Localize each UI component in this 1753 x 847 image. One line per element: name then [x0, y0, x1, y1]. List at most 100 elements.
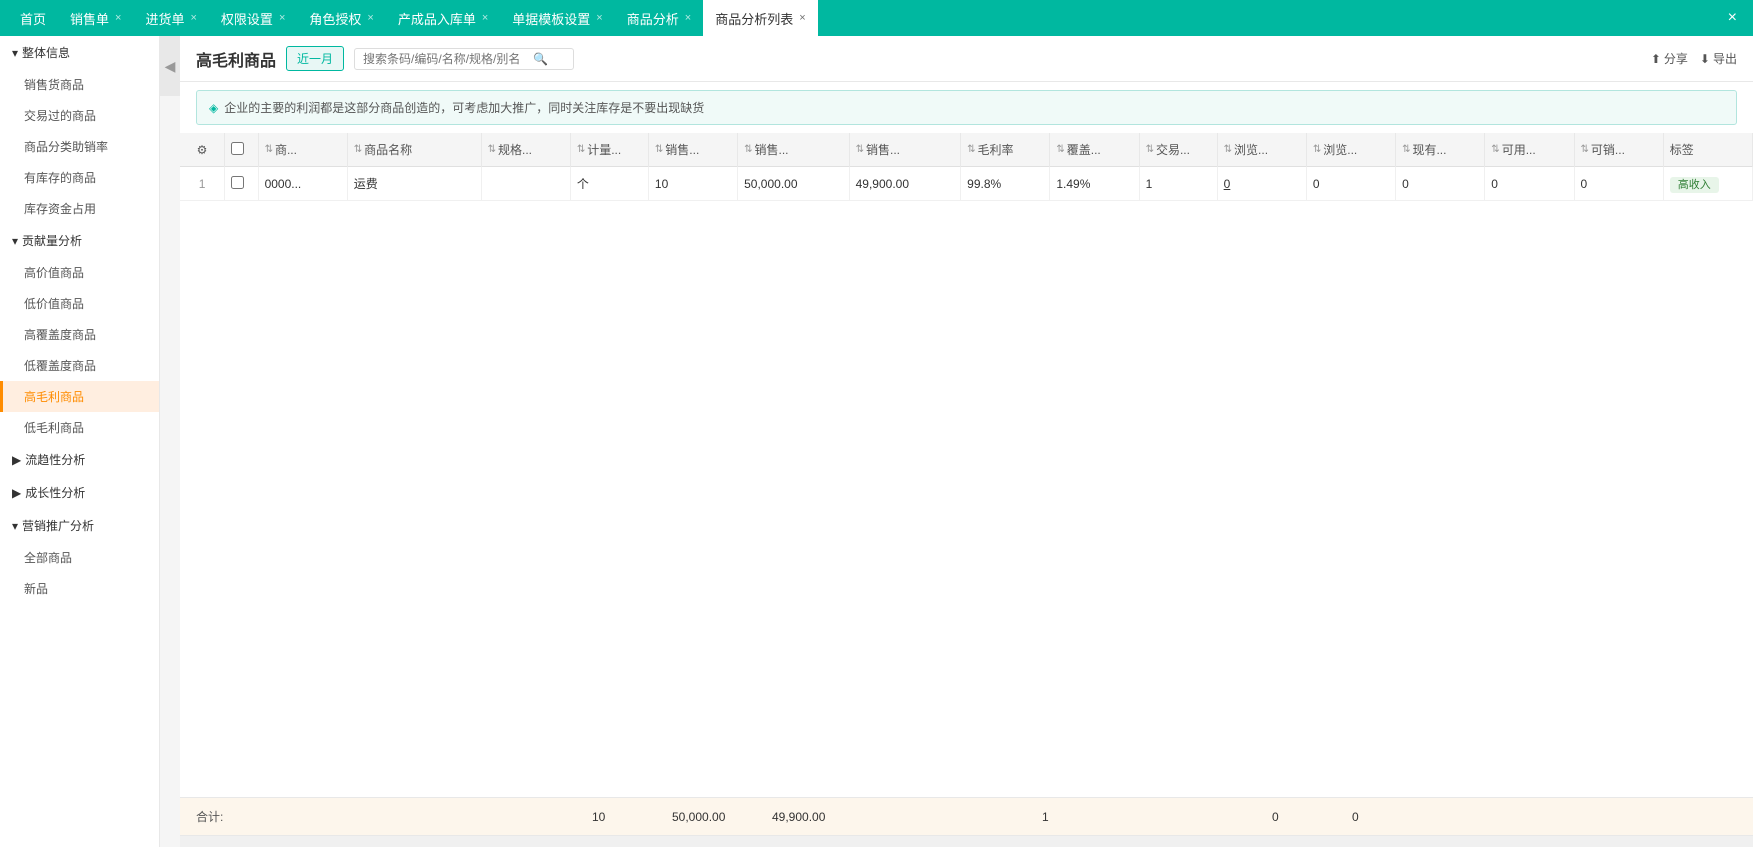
cell-seq: 1 — [180, 167, 225, 201]
col-tag: 标签 — [1663, 133, 1752, 167]
sidebar-item-low-coverage[interactable]: 低覆盖度商品 — [0, 350, 159, 381]
nav-product-inbound[interactable]: 产成品入库单 × — [386, 0, 500, 36]
cell-sales-amount: 50,000.00 — [738, 167, 850, 201]
sort-icon[interactable]: ⇅ — [655, 144, 663, 155]
filter-recent-month-button[interactable]: 近一月 — [286, 46, 344, 71]
close-icon[interactable]: × — [685, 12, 691, 24]
nav-template[interactable]: 单据模板设置 × — [500, 0, 614, 36]
search-icon[interactable]: 🔍 — [533, 52, 548, 66]
sort-icon[interactable]: ⇅ — [577, 144, 585, 155]
notice-icon: ◈ — [209, 101, 218, 115]
select-all-checkbox[interactable] — [231, 142, 244, 155]
content-header: 高毛利商品 近一月 🔍 ⬆ 分享 ⬇ 导出 — [180, 36, 1753, 82]
sidebar-item-high-coverage[interactable]: 高覆盖度商品 — [0, 319, 159, 350]
sort-icon[interactable]: ⇅ — [744, 144, 752, 155]
sidebar-item-high-value[interactable]: 高价值商品 — [0, 257, 159, 288]
sidebar-item-stock-capital[interactable]: 库存资金占用 — [0, 193, 159, 224]
sort-icon[interactable]: ⇅ — [1146, 144, 1154, 155]
sidebar-item-sales-goods[interactable]: 销售货商品 — [0, 69, 159, 100]
sort-icon[interactable]: ⇅ — [967, 144, 975, 155]
page-title: 高毛利商品 — [196, 47, 276, 71]
notice-text: 企业的主要的利润都是这部分商品创造的，可考虑加大推广，同时关注库存是不要出现缺货 — [224, 99, 704, 116]
col-code: ⇅ 商... — [258, 133, 347, 167]
chevron-left-icon: ◀ — [165, 58, 176, 75]
nav-permission[interactable]: 权限设置 × — [209, 0, 297, 36]
sidebar-item-new-goods[interactable]: 新品 — [0, 573, 159, 604]
close-icon[interactable]: × — [799, 12, 805, 24]
sort-icon[interactable]: ⇅ — [1402, 144, 1410, 155]
nav-product-analysis[interactable]: 商品分析 × — [615, 0, 703, 36]
share-button[interactable]: ⬆ 分享 — [1651, 50, 1688, 67]
col-browse1: ⇅ 浏览... — [1217, 133, 1306, 167]
col-sales-amount: ⇅ 销售... — [738, 133, 850, 167]
chevron-down-icon: ▾ — [12, 234, 18, 248]
horizontal-scrollbar[interactable] — [180, 835, 1753, 847]
cell-checkbox[interactable] — [225, 167, 258, 201]
chevron-right-icon: ▶ — [12, 453, 21, 467]
cell-code: 0000... — [258, 167, 347, 201]
col-trade: ⇅ 交易... — [1139, 133, 1217, 167]
sort-icon[interactable]: ⇅ — [354, 144, 362, 155]
cell-sales-qty: 10 — [648, 167, 737, 201]
col-spec: ⇅ 规格... — [481, 133, 570, 167]
close-icon[interactable]: × — [367, 12, 373, 24]
close-icon[interactable]: × — [596, 12, 602, 24]
sidebar-section-flow[interactable]: ▶ 流趋性分析 — [0, 443, 159, 476]
footer-sellable: 0 — [1346, 810, 1426, 824]
table-row: 1 0000... 运费 — [180, 167, 1753, 201]
sidebar-section-growth[interactable]: ▶ 成长性分析 — [0, 476, 159, 509]
sidebar-section-marketing[interactable]: ▾ 营销推广分析 — [0, 509, 159, 542]
col-checkbox[interactable] — [225, 133, 258, 167]
sidebar-item-low-margin[interactable]: 低毛利商品 — [0, 412, 159, 443]
footer-sales-cost: 49,900.00 — [766, 810, 866, 824]
sidebar-collapse-button[interactable]: ◀ — [160, 36, 180, 96]
close-icon[interactable]: × — [482, 12, 488, 24]
col-browse2: ⇅ 浏览... — [1306, 133, 1395, 167]
sort-icon[interactable]: ⇅ — [265, 144, 273, 155]
sidebar-section-contribution[interactable]: ▾ 贡献量分析 — [0, 224, 159, 257]
close-icon[interactable]: × — [190, 12, 196, 24]
sort-icon[interactable]: ⇅ — [1056, 144, 1064, 155]
tag-badge: 高收入 — [1670, 177, 1719, 193]
close-icon[interactable]: × — [279, 12, 285, 24]
cell-browse2: 0 — [1306, 167, 1395, 201]
col-unit: ⇅ 计量... — [570, 133, 648, 167]
nav-role[interactable]: 角色授权 × — [297, 0, 385, 36]
sidebar-item-category-rate[interactable]: 商品分类助销率 — [0, 131, 159, 162]
col-sales-cost: ⇅ 销售... — [849, 133, 961, 167]
sidebar-item-traded-goods[interactable]: 交易过的商品 — [0, 100, 159, 131]
data-table-wrapper[interactable]: ⚙ ⇅ 商... ⇅ — [180, 133, 1753, 797]
row-checkbox[interactable] — [231, 176, 244, 189]
sort-icon[interactable]: ⇅ — [488, 144, 496, 155]
footer-sales-qty: 10 — [586, 810, 666, 824]
close-icon[interactable]: × — [115, 12, 121, 24]
nav-sales[interactable]: 销售单 × — [58, 0, 133, 36]
settings-icon[interactable]: ⚙ — [197, 143, 208, 157]
col-seq: ⚙ — [180, 133, 225, 167]
sidebar-item-all-goods[interactable]: 全部商品 — [0, 542, 159, 573]
search-input[interactable] — [363, 52, 533, 66]
cell-trade: 1 — [1139, 167, 1217, 201]
nav-purchase[interactable]: 进货单 × — [133, 0, 208, 36]
nav-home[interactable]: 首页 — [8, 0, 58, 36]
sidebar-item-low-value[interactable]: 低价值商品 — [0, 288, 159, 319]
sort-icon[interactable]: ⇅ — [1581, 144, 1589, 155]
col-sellable: ⇅ 可销... — [1574, 133, 1663, 167]
sort-icon[interactable]: ⇅ — [856, 144, 864, 155]
export-button[interactable]: ⬇ 导出 — [1700, 50, 1737, 67]
sidebar-section-overall[interactable]: ▾ 整体信息 — [0, 36, 159, 69]
content-area: 高毛利商品 近一月 🔍 ⬆ 分享 ⬇ 导出 ◈ 企业的主要的利润都是这部分商品创… — [180, 36, 1753, 847]
export-icon: ⬇ — [1700, 52, 1710, 66]
sidebar-item-in-stock[interactable]: 有库存的商品 — [0, 162, 159, 193]
close-all-button[interactable]: × — [1720, 9, 1745, 27]
table-header-row: ⚙ ⇅ 商... ⇅ — [180, 133, 1753, 167]
cell-sellable: 0 — [1574, 167, 1663, 201]
sort-icon[interactable]: ⇅ — [1313, 144, 1321, 155]
sort-icon[interactable]: ⇅ — [1224, 144, 1232, 155]
sort-icon[interactable]: ⇅ — [1491, 144, 1499, 155]
sidebar: ▾ 整体信息 销售货商品 交易过的商品 商品分类助销率 有库存的商品 库存资金占… — [0, 36, 160, 847]
sidebar-item-high-margin[interactable]: 高毛利商品 — [0, 381, 159, 412]
cell-unit: 个 — [570, 167, 648, 201]
nav-product-analysis-list[interactable]: 商品分析列表 × — [703, 0, 817, 36]
cell-browse1[interactable]: 0 — [1217, 167, 1306, 201]
